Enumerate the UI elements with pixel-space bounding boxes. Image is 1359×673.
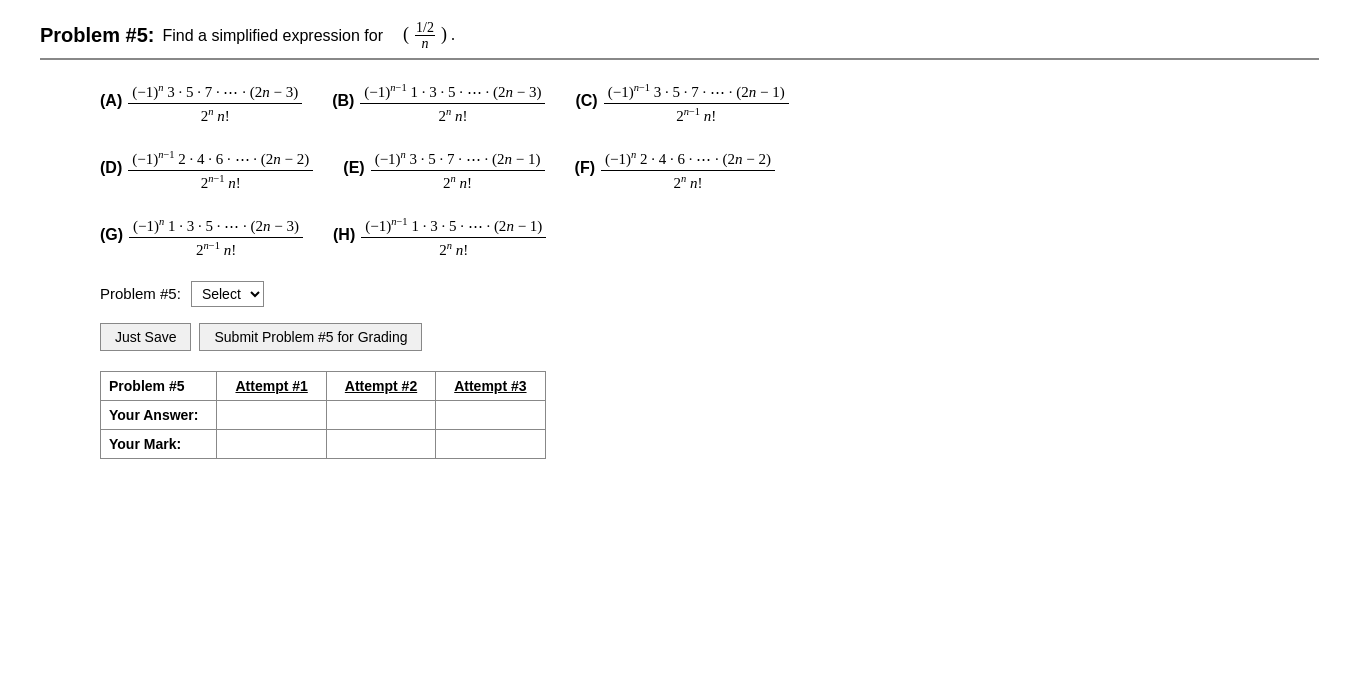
answer-attempt2 (326, 400, 435, 429)
choice-g-label: (G) (100, 226, 123, 244)
just-save-button[interactable]: Just Save (100, 323, 191, 351)
col-attempt2: Attempt #2 (326, 371, 435, 400)
choice-b: (B) (−1)n−1 1 · 3 · 5 · ⋯ · (2n − 3) 2n … (332, 80, 545, 127)
mark-attempt3 (436, 429, 545, 458)
choice-a-fraction: (−1)n 3 · 5 · 7 · ⋯ · (2n − 3) 2n n! (128, 80, 302, 127)
choice-c-fraction: (−1)n−1 3 · 5 · 7 · ⋯ · (2n − 1) 2n−1 n! (604, 80, 789, 127)
answer-attempt1 (217, 400, 326, 429)
your-mark-row: Your Mark: (101, 429, 546, 458)
choices-container: (A) (−1)n 3 · 5 · 7 · ⋯ · (2n − 3) 2n n!… (100, 80, 1319, 261)
choice-f-fraction: (−1)n 2 · 4 · 6 · ⋯ · (2n − 2) 2n n! (601, 147, 775, 194)
choice-f: (F) (−1)n 2 · 4 · 6 · ⋯ · (2n − 2) 2n n! (575, 147, 775, 194)
choices-row-2: (D) (−1)n−1 2 · 4 · 6 · ⋯ · (2n − 2) 2n−… (100, 147, 1319, 194)
choice-h: (H) (−1)n−1 1 · 3 · 5 · ⋯ · (2n − 1) 2n … (333, 214, 546, 261)
choices-row-1: (A) (−1)n 3 · 5 · 7 · ⋯ · (2n − 3) 2n n!… (100, 80, 1319, 127)
choice-e-label: (E) (343, 159, 364, 177)
choice-d-label: (D) (100, 159, 122, 177)
choice-f-label: (F) (575, 159, 595, 177)
choice-c-label: (C) (575, 92, 597, 110)
choice-e-fraction: (−1)n 3 · 5 · 7 · ⋯ · (2n − 1) 2n n! (371, 147, 545, 194)
choice-d: (D) (−1)n−1 2 · 4 · 6 · ⋯ · (2n − 2) 2n−… (100, 147, 313, 194)
mark-attempt1 (217, 429, 326, 458)
choice-a-label: (A) (100, 92, 122, 110)
answer-select[interactable]: Select A B C D E F G H (191, 281, 264, 307)
choice-d-fraction: (−1)n−1 2 · 4 · 6 · ⋯ · (2n − 2) 2n−1 n! (128, 147, 313, 194)
choice-h-fraction: (−1)n−1 1 · 3 · 5 · ⋯ · (2n − 1) 2n n! (361, 214, 546, 261)
answer-row: Problem #5: Select A B C D E F G H (100, 281, 1319, 307)
choice-e: (E) (−1)n 3 · 5 · 7 · ⋯ · (2n − 1) 2n n! (343, 147, 544, 194)
answer-label: Problem #5: (100, 285, 181, 302)
problem-statement-text: Find a simplified expression for (162, 27, 383, 45)
problem-title: Problem #5: (40, 24, 154, 47)
your-answer-row: Your Answer: (101, 400, 546, 429)
col-attempt3: Attempt #3 (436, 371, 545, 400)
your-answer-label: Your Answer: (101, 400, 217, 429)
col-attempt1: Attempt #1 (217, 371, 326, 400)
choice-c: (C) (−1)n−1 3 · 5 · 7 · ⋯ · (2n − 1) 2n−… (575, 80, 788, 127)
attempts-header-row: Problem #5 Attempt #1 Attempt #2 Attempt… (101, 371, 546, 400)
problem-header-line: Problem #5: Find a simplified expression… (40, 20, 1319, 60)
binomial-expression: ( 1/2 n ) . (391, 20, 455, 52)
submit-button[interactable]: Submit Problem #5 for Grading (199, 323, 422, 351)
answer-attempt3 (436, 400, 545, 429)
choice-a: (A) (−1)n 3 · 5 · 7 · ⋯ · (2n − 3) 2n n! (100, 80, 302, 127)
choice-h-label: (H) (333, 226, 355, 244)
your-mark-label: Your Mark: (101, 429, 217, 458)
choice-b-fraction: (−1)n−1 1 · 3 · 5 · ⋯ · (2n − 3) 2n n! (360, 80, 545, 127)
choice-b-label: (B) (332, 92, 354, 110)
choices-row-3: (G) (−1)n 1 · 3 · 5 · ⋯ · (2n − 3) 2n−1 … (100, 214, 1319, 261)
buttons-row: Just Save Submit Problem #5 for Grading (100, 323, 1319, 351)
choice-g-fraction: (−1)n 1 · 3 · 5 · ⋯ · (2n − 3) 2n−1 n! (129, 214, 303, 261)
choice-g: (G) (−1)n 1 · 3 · 5 · ⋯ · (2n − 3) 2n−1 … (100, 214, 303, 261)
attempts-table: Problem #5 Attempt #1 Attempt #2 Attempt… (100, 371, 546, 459)
col-problem: Problem #5 (101, 371, 217, 400)
mark-attempt2 (326, 429, 435, 458)
